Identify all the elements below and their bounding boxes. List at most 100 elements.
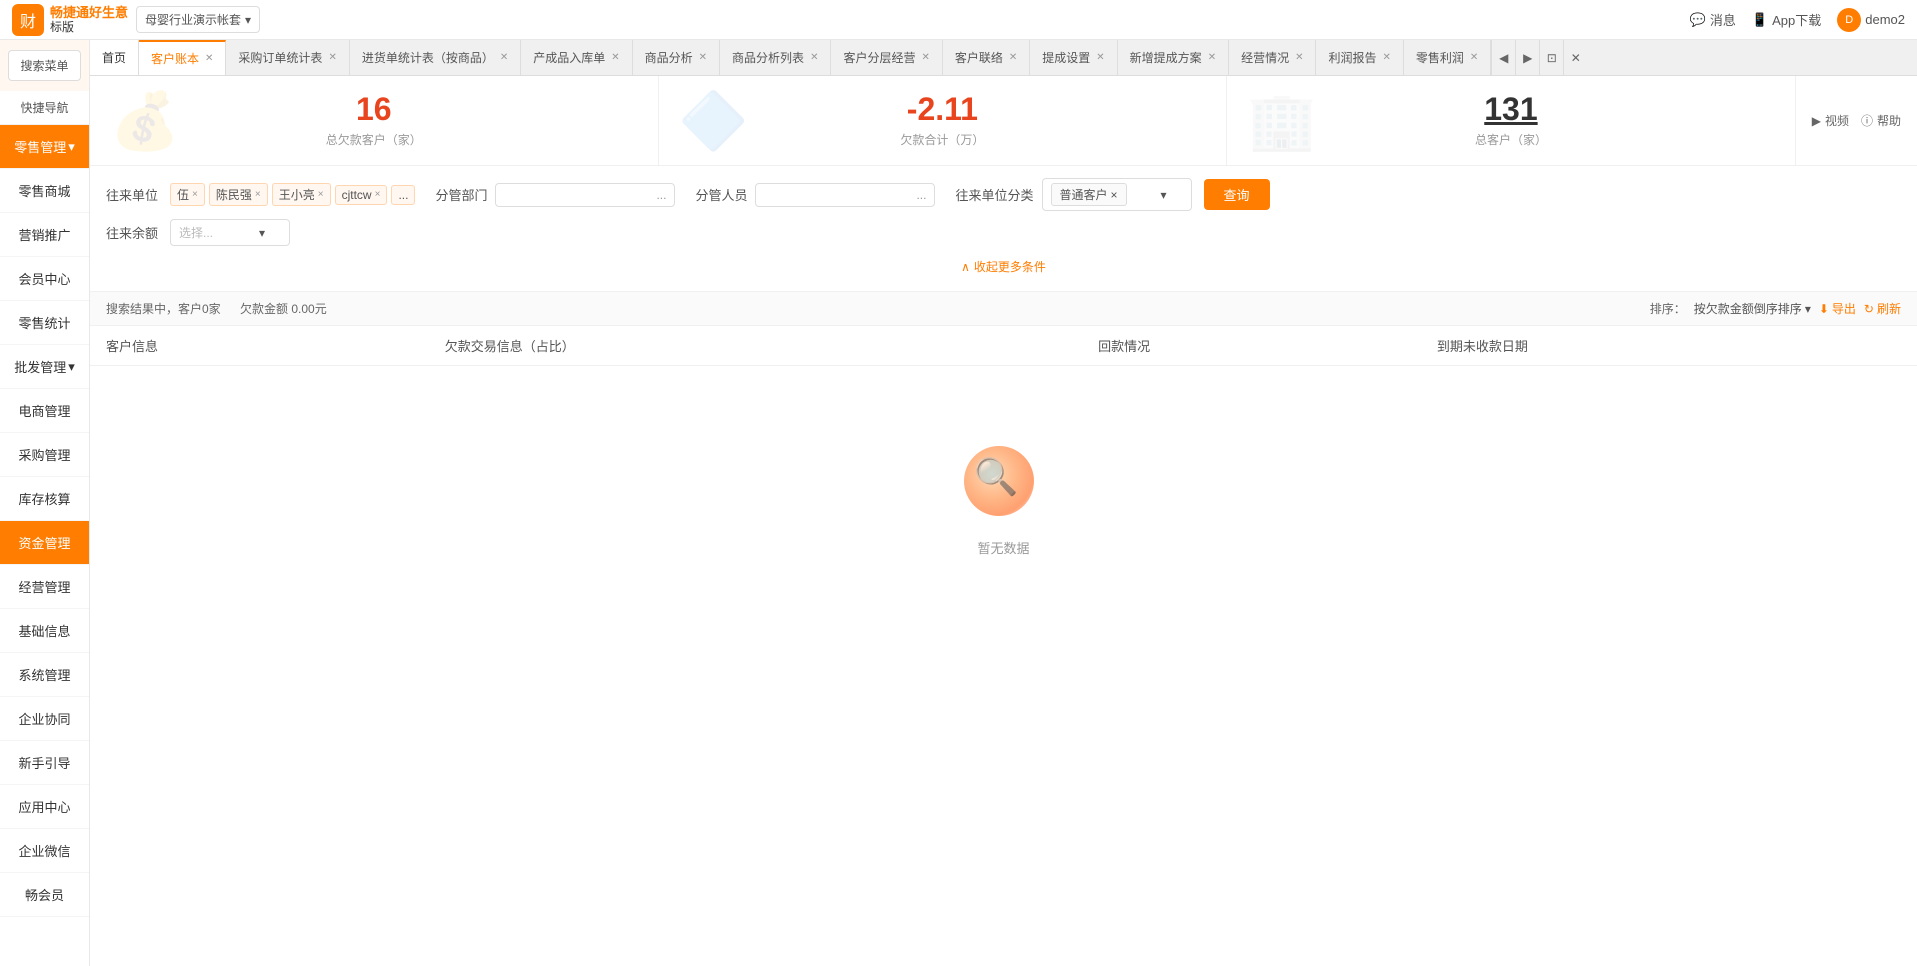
tab-close-icon[interactable]: ✕: [611, 52, 619, 63]
tab-product-purchase[interactable]: 产成品入库单 ✕: [521, 40, 632, 76]
tag-close-icon[interactable]: ×: [375, 189, 381, 200]
stat-debt-amount-content: -2.11 欠款合计（万）: [900, 93, 984, 148]
account-dropdown[interactable]: 母婴行业演示帐套 ▾: [136, 6, 260, 33]
tab-close-icon[interactable]: ✕: [810, 52, 818, 63]
tab-profit-report[interactable]: 利润报告 ✕: [1316, 40, 1403, 76]
results-bar: 搜索结果中，客户0家 欠款金额 0.00元 排序： 按欠款金额倒序排序 ▾ ⬇ …: [90, 292, 1917, 326]
tag-label: 伍: [177, 186, 189, 203]
tag-close-icon[interactable]: ×: [318, 189, 324, 200]
tab-close-icon[interactable]: ✕: [500, 52, 508, 63]
tab-purchase-inventory[interactable]: 进货单统计表（按商品） ✕: [350, 40, 521, 76]
sidebar-item-corp-wechat[interactable]: 企业微信: [0, 829, 89, 873]
refresh-btn[interactable]: ↻ 刷新: [1864, 300, 1901, 317]
tab-promotion-settings[interactable]: 提成设置 ✕: [1030, 40, 1117, 76]
sidebar-item-operations[interactable]: 经营管理: [0, 565, 89, 609]
tab-next-btn[interactable]: ▶: [1515, 40, 1539, 76]
unit-tag-wang[interactable]: 王小亮 ×: [272, 183, 331, 206]
tab-retail-profit[interactable]: 零售利润 ✕: [1404, 40, 1491, 76]
tag-close-icon[interactable]: ×: [192, 189, 198, 200]
user-menu[interactable]: D demo2: [1837, 8, 1905, 32]
sidebar-item-sys-mgmt[interactable]: 系统管理: [0, 653, 89, 697]
debt-amount-text: 欠款金额 0.00元: [240, 302, 327, 316]
sort-select[interactable]: 按欠款金额倒序排序 ▾: [1694, 300, 1811, 317]
unit-type-close-icon[interactable]: ×: [1111, 188, 1118, 202]
sidebar-item-members[interactable]: 会员中心: [0, 257, 89, 301]
tab-goods-analysis-list[interactable]: 商品分析列表 ✕: [720, 40, 831, 76]
tab-close-all-btn[interactable]: ✕: [1563, 40, 1587, 76]
unit-tag-wu[interactable]: 伍 ×: [170, 183, 205, 206]
tab-customer-ledger[interactable]: 客户账本 ✕: [139, 40, 226, 76]
tab-close-icon[interactable]: ✕: [921, 52, 929, 63]
sidebar-item-finance[interactable]: 资金管理: [0, 521, 89, 565]
sidebar-item-purchase[interactable]: 采购管理: [0, 433, 89, 477]
dept-filter-label: 分管部门: [435, 185, 487, 204]
messages-btn[interactable]: 💬 消息: [1690, 10, 1736, 29]
tab-close-icon[interactable]: ✕: [1470, 52, 1478, 63]
balance-filter-label: 往来余额: [106, 223, 158, 242]
tab-close-icon[interactable]: ✕: [1295, 52, 1303, 63]
sidebar-item-label: 应用中心: [18, 800, 70, 815]
tab-goods-analysis[interactable]: 商品分析 ✕: [633, 40, 720, 76]
sidebar-item-app-center[interactable]: 应用中心: [0, 785, 89, 829]
total-customers-bg-icon: 🏢: [1247, 88, 1317, 154]
col-customer-info: 客户信息: [90, 326, 429, 366]
help-icon: ⓘ: [1861, 112, 1873, 129]
help-btn[interactable]: ⓘ 帮助: [1861, 112, 1901, 129]
unit-tag-chen[interactable]: 陈民强 ×: [209, 183, 268, 206]
sidebar-item-member-club[interactable]: 畅会员: [0, 873, 89, 917]
tab-close-icon[interactable]: ✕: [1096, 52, 1104, 63]
tab-close-icon[interactable]: ✕: [205, 53, 213, 64]
logo-text: 畅捷通好生意 标版: [50, 5, 128, 35]
sidebar-item-retail-stats[interactable]: 零售统计: [0, 301, 89, 345]
tab-prev-btn[interactable]: ◀: [1491, 40, 1515, 76]
sidebar-item-retail-mall[interactable]: 零售商城: [0, 169, 89, 213]
tab-close-icon[interactable]: ✕: [328, 52, 336, 63]
empty-state: 🔍 暂无数据: [90, 366, 1917, 637]
tab-new-promotion[interactable]: 新增提成方案 ✕: [1118, 40, 1229, 76]
tab-label: 商品分析: [645, 49, 693, 66]
phone-icon: 📱: [1752, 12, 1768, 28]
balance-select[interactable]: 选择... ▾: [170, 219, 290, 246]
tag-close-icon[interactable]: ×: [255, 189, 261, 200]
tab-ops-status[interactable]: 经营情况 ✕: [1229, 40, 1316, 76]
app-download-btn[interactable]: 📱 App下载: [1752, 10, 1821, 29]
sidebar-item-ecommerce[interactable]: 电商管理: [0, 389, 89, 433]
tab-purchase-stats[interactable]: 采购订单统计表 ✕: [226, 40, 349, 76]
query-button[interactable]: 查询: [1204, 179, 1270, 210]
video-btn[interactable]: ▶ 视频: [1812, 112, 1849, 129]
sidebar-item-enterprise[interactable]: 企业协同: [0, 697, 89, 741]
sidebar-item-label: 电商管理: [18, 404, 70, 419]
user-label: demo2: [1865, 12, 1905, 27]
sort-value: 按欠款金额倒序排序: [1694, 300, 1802, 317]
tab-expand-btn[interactable]: ⊡: [1539, 40, 1563, 76]
sidebar-item-retail-mgmt[interactable]: 零售管理 ▾: [0, 125, 89, 169]
sidebar-search-btn[interactable]: 搜索菜单: [8, 50, 81, 81]
tab-close-icon[interactable]: ✕: [1009, 52, 1017, 63]
sidebar-item-newbie[interactable]: 新手引导: [0, 741, 89, 785]
collapse-btn[interactable]: ∧ 收起更多条件: [953, 254, 1054, 279]
header-row: 客户信息 欠款交易信息（占比） 回款情况 到期未收款日期: [90, 326, 1917, 366]
debt-amount-label: 欠款合计（万）: [900, 131, 984, 148]
tab-close-icon[interactable]: ✕: [1383, 52, 1391, 63]
tab-close-icon[interactable]: ✕: [699, 52, 707, 63]
tab-home[interactable]: 首页: [90, 40, 139, 76]
unit-tag-cjttcw[interactable]: cjttcw ×: [335, 185, 388, 205]
page-actions: ▶ 视频 ⓘ 帮助: [1796, 76, 1917, 165]
sidebar-quick-nav[interactable]: 快捷导航: [0, 91, 89, 125]
chevron-down-icon: ▾: [68, 359, 75, 375]
tab-customer-segment[interactable]: 客户分层经营 ✕: [831, 40, 942, 76]
help-label: 帮助: [1877, 112, 1901, 129]
unit-type-select[interactable]: 普通客户 × ▾: [1042, 178, 1192, 211]
sidebar-item-marketing[interactable]: 营销推广: [0, 213, 89, 257]
sidebar-item-basic-info[interactable]: 基础信息: [0, 609, 89, 653]
sidebar-item-label: 经营管理: [18, 580, 70, 595]
sort-area: 排序： 按欠款金额倒序排序 ▾ ⬇ 导出 ↻ 刷新: [1650, 300, 1901, 317]
dept-input[interactable]: ...: [495, 183, 675, 207]
unit-tag-more[interactable]: ...: [391, 185, 415, 205]
export-btn[interactable]: ⬇ 导出: [1819, 300, 1856, 317]
person-input[interactable]: ...: [755, 183, 935, 207]
tab-customer-contact[interactable]: 客户联络 ✕: [943, 40, 1030, 76]
sidebar-item-batch-mgmt[interactable]: 批发管理 ▾: [0, 345, 89, 389]
tab-close-icon[interactable]: ✕: [1208, 52, 1216, 63]
sidebar-item-inventory[interactable]: 库存核算: [0, 477, 89, 521]
